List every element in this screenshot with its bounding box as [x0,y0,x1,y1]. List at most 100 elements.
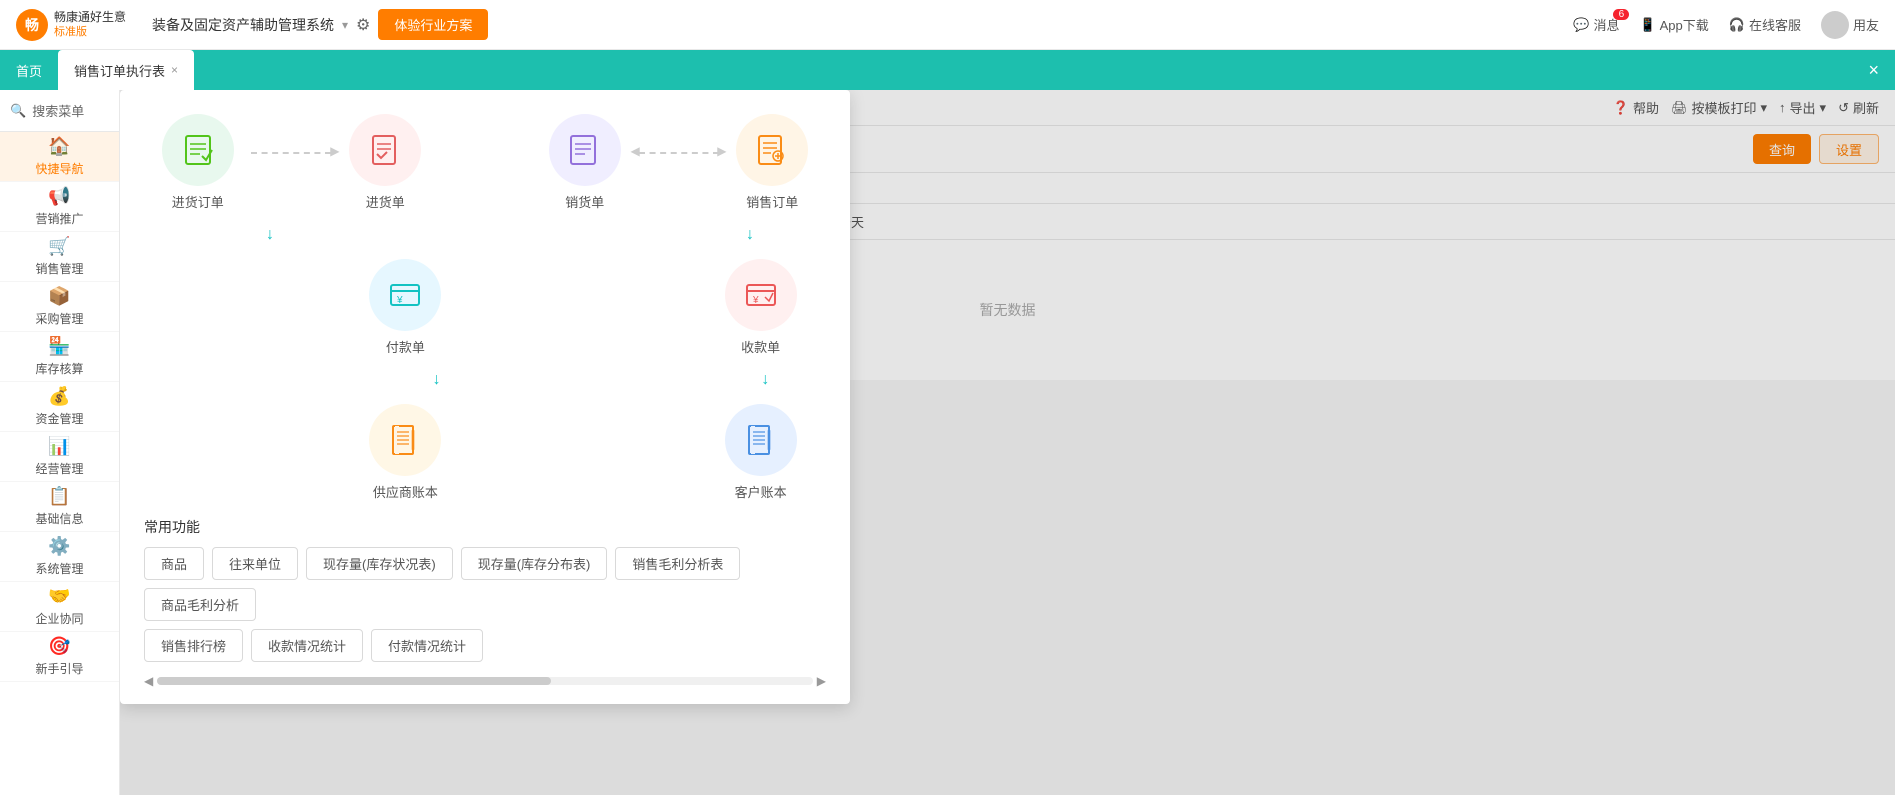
node-customer-ledger[interactable]: 客户账本 [695,404,826,501]
flow-popup: 进货订单 [120,90,850,704]
tab-home[interactable]: 首页 [0,50,58,90]
payment-bill-icon: ¥ [369,259,441,331]
home-icon: 🏠 [48,136,70,157]
newbie-icon: 🎯 [48,636,70,657]
purchase-icon: 📦 [48,286,70,307]
svg-text:¥: ¥ [752,295,759,306]
message-icon: 💬 [1573,17,1589,33]
func-btn-payment-stats[interactable]: 付款情况统计 [371,629,483,662]
dropdown-icon[interactable]: ▾ [342,18,348,32]
main-layout: 🔍 搜索菜单 🏠 快捷导航 📢 营销推广 🛒 销售管理 📦 采购管理 🏪 库存核… [0,90,1895,795]
message-button[interactable]: 💬 消息 6 [1573,15,1619,34]
sidebar-item-newbie[interactable]: 🎯 新手引导 [0,632,119,682]
func-btn-inventory-dist[interactable]: 现存量(库存分布表) [461,547,608,580]
logo-icon: 畅 [16,9,48,41]
common-functions-title: 常用功能 [144,517,826,537]
search-icon: 🔍 [10,103,26,119]
sidebar: 🔍 搜索菜单 🏠 快捷导航 📢 营销推广 🛒 销售管理 📦 采购管理 🏪 库存核… [0,90,120,795]
header-right: 💬 消息 6 📱 App下载 🎧 在线客服 用友 [1573,11,1879,39]
purchase-bill-icon [349,114,421,186]
customer-ledger-label: 客户账本 [735,482,787,501]
sales-order-label: 销售订单 [746,192,798,211]
func-btn-receipt-stats[interactable]: 收款情况统计 [251,629,363,662]
avatar [1821,11,1849,39]
down-arrow-purchase-bill: ↓ [200,227,340,247]
node-purchase-bill[interactable]: 进货单 [331,114,438,211]
basic-info-icon: 📋 [48,486,70,507]
phone-icon: 📱 [1639,17,1655,33]
arrow-to-purchase-bill [251,152,331,174]
header: 畅 畅康通好生意 标准版 装备及固定资产辅助管理系统 ▾ ⚙ 体验行业方案 💬 … [0,0,1895,50]
down-arrow-sales-bill: ↓ [680,227,820,247]
tabs-bar: 首页 销售订单执行表 × × [0,50,1895,90]
sidebar-item-quick-nav[interactable]: 🏠 快捷导航 [0,132,119,182]
flow-row-3: 供应商账本 [144,404,826,501]
sidebar-item-inventory[interactable]: 🏪 库存核算 [0,332,119,382]
sales-bill-label: 销货单 [565,192,604,211]
func-btn-product[interactable]: 商品 [144,547,204,580]
node-receipt-bill[interactable]: ¥ 收款单 [695,259,826,356]
sidebar-item-sales[interactable]: 🛒 销售管理 [0,232,119,282]
sidebar-item-cooperation[interactable]: 🤝 企业协同 [0,582,119,632]
inventory-icon: 🏪 [48,336,70,357]
supplier-ledger-icon [369,404,441,476]
sales-icon: 🛒 [48,236,70,257]
settings-button[interactable]: ⚙ [356,15,370,35]
sidebar-item-basic-info[interactable]: 📋 基础信息 [0,482,119,532]
func-btn-sales-gross[interactable]: 销售毛利分析表 [615,547,740,580]
content-area: ❓ 帮助 🖨 按模板打印 ▾ ↑ 导出 ▾ ↺ 刷新 📅 单据状态 [120,90,1895,795]
app-download-button[interactable]: 📱 App下载 [1639,15,1708,34]
node-supplier-ledger[interactable]: 供应商账本 [340,404,471,501]
down-arrows-row-2: ↓ ↓ [144,372,826,388]
popup-overlay: 进货订单 [120,90,1895,795]
common-functions: 常用功能 商品 往来单位 现存量(库存状况表) 现存量(库存分布表) 销售毛利分… [144,517,826,662]
sidebar-item-finance[interactable]: 💰 资金管理 [0,382,119,432]
scroll-track[interactable] [157,677,813,685]
logo-area: 畅 畅康通好生意 标准版 [16,9,136,41]
search-menu[interactable]: 🔍 搜索菜单 [0,90,119,132]
sidebar-item-purchase[interactable]: 📦 采购管理 [0,282,119,332]
customer-ledger-icon [725,404,797,476]
sidebar-item-marketing[interactable]: 📢 营销推广 [0,182,119,232]
func-buttons-row-2: 销售排行榜 收款情况统计 付款情况统计 [144,629,826,662]
sales-bill-icon [549,114,621,186]
scroll-left-button[interactable]: ◀ [144,674,153,688]
operations-icon: 📊 [48,436,70,457]
purchase-order-icon [162,114,234,186]
scroll-right-button[interactable]: ▶ [817,674,826,688]
payment-bill-label: 付款单 [386,337,425,356]
node-purchase-order[interactable]: 进货订单 [144,114,251,211]
tab-sales-order-execution[interactable]: 销售订单执行表 × [58,50,194,90]
func-btn-product-gross[interactable]: 商品毛利分析 [144,588,256,621]
sidebar-item-operations[interactable]: 📊 经营管理 [0,432,119,482]
purchase-order-label: 进货订单 [172,192,224,211]
down-arrow-payment: ↓ [376,372,497,392]
svg-text:¥: ¥ [396,295,403,306]
func-btn-inventory-status[interactable]: 现存量(库存状况表) [306,547,453,580]
close-window-button[interactable]: × [1852,50,1895,90]
arrow-from-sales-order [639,152,719,174]
sidebar-item-system[interactable]: ⚙️ 系统管理 [0,532,119,582]
purchase-bill-label: 进货单 [366,192,405,211]
func-btn-sales-ranking[interactable]: 销售排行榜 [144,629,243,662]
flow-diagram: 进货订单 [144,114,826,501]
scroll-thumb[interactable] [157,677,550,685]
experience-button[interactable]: 体验行业方案 [378,9,488,40]
func-btn-contacts[interactable]: 往来单位 [212,547,298,580]
message-badge: 6 [1613,9,1629,20]
node-sales-order[interactable]: 销售订单 [719,114,826,211]
cooperation-icon: 🤝 [48,586,70,607]
headset-icon: 🎧 [1729,17,1745,33]
popup-scrollbar: ◀ ▶ [144,674,826,688]
system-title: 装备及固定资产辅助管理系统 [152,15,334,35]
flow-row-2: ¥ 付款单 ¥ [144,259,826,356]
down-arrow-receipt: ↓ [705,372,826,392]
supplier-ledger-label: 供应商账本 [373,482,438,501]
user-menu[interactable]: 用友 [1821,11,1879,39]
node-payment-bill[interactable]: ¥ 付款单 [340,259,471,356]
node-sales-bill[interactable]: 销货单 [531,114,638,211]
system-title-area: 装备及固定资产辅助管理系统 ▾ ⚙ 体验行业方案 [152,9,1573,40]
online-service-button[interactable]: 🎧 在线客服 [1729,15,1801,34]
tab-close-button[interactable]: × [171,63,178,77]
receipt-bill-label: 收款单 [741,337,780,356]
